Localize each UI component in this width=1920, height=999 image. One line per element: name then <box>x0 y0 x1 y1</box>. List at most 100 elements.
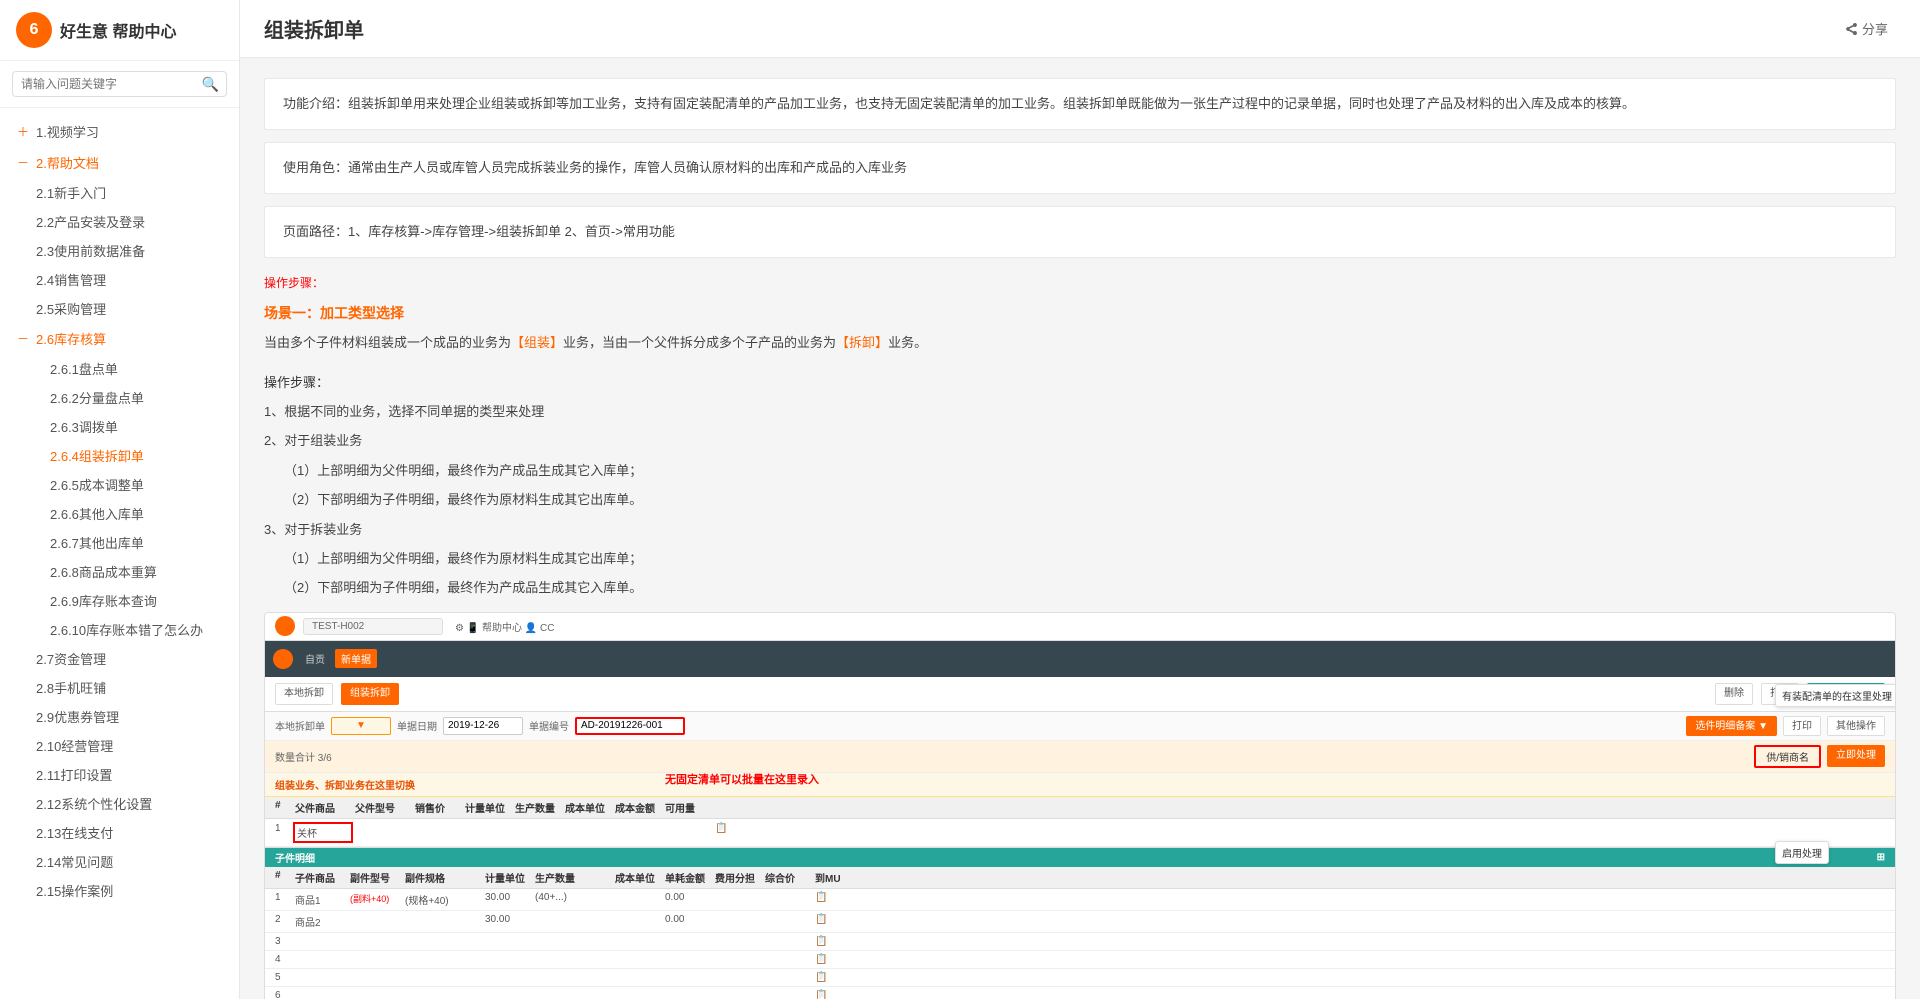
sim-lr2-share <box>713 913 763 930</box>
annotation1-text: 有装配清单的在这里处理 <box>1782 692 1892 703</box>
sim-col-avail: 可用量 <box>663 799 713 816</box>
sidebar-item-management[interactable]: 2.10经营管理 <box>0 731 239 760</box>
sim-lr1-unit: 30.00 <box>483 891 533 908</box>
sidebar-item-assembly[interactable]: 2.6.4组装拆卸单 <box>0 441 239 470</box>
sim-lower-row-6: 6 📋 <box>265 987 1895 999</box>
sim-nav-bar: 自贡 新单据 <box>265 641 1895 677</box>
sidebar-item-stocktake[interactable]: 2.6.1盘点单 <box>0 354 239 383</box>
sim-lh-price: 综合价 <box>763 869 813 886</box>
sim-cell-r1-costunit <box>563 822 613 843</box>
search-input[interactable] <box>12 71 227 97</box>
ops-steps-title: 操作步骤： <box>264 371 1896 394</box>
nav-tree: ＋ 1.视频学习 － 2.帮助文档 2.1新手入门 2.2产品安装及登录 2.3… <box>0 108 239 999</box>
scene1-desc: 当由多个子件材料组装成一个成品的业务为【组装】业务，当由一个父件拆分成多个子产品… <box>264 331 1896 354</box>
sim-cell-r1-model <box>353 822 413 843</box>
sim-cell-r1-unit <box>463 822 513 843</box>
intro-text: 功能介绍：组装拆卸单用来处理企业组装或拆卸等加工业务，支持有固定装配清单的产品加… <box>283 96 1635 111</box>
intro-block: 功能介绍：组装拆卸单用来处理企业组装或拆卸等加工业务，支持有固定装配清单的产品加… <box>264 78 1896 130</box>
sim-date-input[interactable] <box>443 717 523 735</box>
sim-lh-item: 子件商品 <box>293 869 348 886</box>
sim-lr1-share <box>713 891 763 908</box>
sim-lr1-item: 商品1 <box>293 891 348 908</box>
sim-lh-costunit: 成本单位 <box>613 869 663 886</box>
annotation-bubble-1: 有装配清单的在这里处理 <box>1775 684 1896 707</box>
sidebar-item-ledger-fix[interactable]: 2.6.10库存账本错了怎么办 <box>0 615 239 644</box>
sim-col-parent-item: 父件商品 <box>293 799 353 816</box>
sim-lr1-action: 📋 <box>813 891 843 908</box>
sim-btn-confirm: 选件明细备案 ▼ <box>1686 716 1777 736</box>
sidebar-item-faq[interactable]: 2.14常见问题 <box>0 847 239 876</box>
step3-2: （2）下部明细为子件明细，最终作为产成品生成其它入库单。 <box>264 576 1896 599</box>
sim-type-row: 组装业务、拆卸业务在这里切换 <box>265 773 1895 797</box>
sidebar-item-other-out[interactable]: 2.6.7其他出库单 <box>0 528 239 557</box>
sim-divider-label: 子件明细 <box>275 850 315 865</box>
page-title: 组装拆卸单 <box>264 14 364 43</box>
sim-type-selector: ▼ <box>331 717 391 735</box>
sim-btn-local-disassembly: 本地拆卸 <box>275 683 333 705</box>
minus-icon-inv: － <box>16 332 30 346</box>
sim-divider-icon: ⊞ <box>1877 852 1885 863</box>
sim-address-bar: TEST-H002 <box>303 618 443 635</box>
sidebar-item-data-prep[interactable]: 2.3使用前数据准备 <box>0 236 239 265</box>
annotation-assembly-list: 有装配清单的在这里处理 <box>1775 691 1815 701</box>
sidebar-item-online-pay[interactable]: 2.13在线支付 <box>0 818 239 847</box>
scene1-title: 场景一：加工类型选择 <box>264 303 1896 323</box>
step2: 2、对于组装业务 <box>264 429 1896 452</box>
sim-divider-bar: 子件明细 ⊞ <box>265 848 1895 867</box>
sim-num-input[interactable] <box>575 717 685 735</box>
sidebar-item-stock-ledger[interactable]: 2.6.9库存账本查询 <box>0 586 239 615</box>
sim-lr2-unitcost: 0.00 <box>663 913 713 930</box>
sim-partner-label: 供/销商名 <box>1766 749 1809 764</box>
sidebar-item-customization[interactable]: 2.12系统个性化设置 <box>0 789 239 818</box>
main-area: 组装拆卸单 分享 功能介绍：组装拆卸单用来处理企业组装或拆卸等加工业务，支持有固… <box>240 0 1920 999</box>
sidebar-item-coupon[interactable]: 2.9优惠券管理 <box>0 702 239 731</box>
role-block: 使用角色：通常由生产人员或库管人员完成拆装业务的操作，库管人员确认原材料的出库和… <box>264 142 1896 194</box>
sim-lh-unitcost: 单耗金额 <box>663 869 713 886</box>
sim-lower-table: # 子件商品 副件型号 副件规格 计量单位 生产数量 成本单位 单耗金额 费用分… <box>265 867 1895 999</box>
sim-lr2-action: 📋 <box>813 913 843 930</box>
sim-lower-row-4: 4 📋 <box>265 951 1895 969</box>
sim-menu-items: 自贡 新单据 <box>299 649 377 668</box>
sidebar-item-transfer[interactable]: 2.6.3调拨单 <box>0 412 239 441</box>
sidebar-item-finance[interactable]: 2.7资金管理 <box>0 644 239 673</box>
sim-lr2-costunit <box>613 913 663 930</box>
annotation-batch: 无固定清单可以批量在这里录入 <box>665 771 819 787</box>
sim-field-row-1: 本地拆卸单 ▼ 单据日期 单据编号 选件明细备案 ▼ 打印 其他操作 <box>265 712 1895 741</box>
sidebar-item-mobile[interactable]: 2.8手机旺铺 <box>0 673 239 702</box>
sim-lr1-unitcost: 0.00 <box>663 891 713 908</box>
step2-1: （1）上部明细为父件明细，最终作为产成品生成其它入库单； <box>264 459 1896 482</box>
sidebar-item-purchase[interactable]: 2.5采购管理 <box>0 294 239 323</box>
sim-lr1-spec: (规格+40) <box>403 891 483 908</box>
search-icon[interactable]: 🔍 <box>202 76 219 93</box>
step3-1: （1）上部明细为父件明细，最终作为原材料生成其它出库单； <box>264 547 1896 570</box>
sidebar-item-cost-recalc[interactable]: 2.6.8商品成本重算 <box>0 557 239 586</box>
step3: 3、对于拆装业务 <box>264 518 1896 541</box>
sim-menu-home: 自贡 <box>299 649 331 668</box>
sim-upper-header: # 父件商品 父件型号 销售价 计量单位 生产数量 成本单位 成本金额 可用量 <box>265 797 1895 819</box>
sidebar-item-partial-stocktake[interactable]: 2.6.2分量盘点单 <box>0 383 239 412</box>
sidebar-item-video-learning[interactable]: ＋ 1.视频学习 <box>0 116 239 147</box>
sidebar-item-inventory[interactable]: － 2.6库存核算 <box>0 323 239 354</box>
sim-lr2-num: 2 <box>273 913 293 930</box>
sidebar-item-docs[interactable]: － 2.帮助文档 <box>0 147 239 178</box>
share-icon <box>1844 22 1858 36</box>
sidebar-item-new-user[interactable]: 2.1新手入门 <box>0 178 239 207</box>
sim-lr2-qty <box>533 913 613 930</box>
sim-cell-r1-num: 1 <box>273 822 293 843</box>
sidebar-header: 6 好生意 帮助中心 <box>0 0 239 61</box>
sidebar-item-sales[interactable]: 2.4销售管理 <box>0 265 239 294</box>
sim-toolbar: 本地拆卸 组装拆卸 删除 打印 选件明细备案 <box>265 677 1895 712</box>
share-button[interactable]: 分享 <box>1836 15 1896 42</box>
sim-partner-input: 供/销商名 <box>1754 745 1821 768</box>
sidebar-item-install[interactable]: 2.2产品安装及登录 <box>0 207 239 236</box>
sim-cell-r1-avail <box>663 822 713 843</box>
sim-lr1-costunit <box>613 891 663 908</box>
sim-col-cost-amt: 成本金额 <box>613 799 663 816</box>
sidebar-item-print[interactable]: 2.11打印设置 <box>0 760 239 789</box>
sim-col-parent-model: 父件型号 <box>353 799 413 816</box>
step2-2: （2）下部明细为子件明细，最终作为原材料生成其它出库单。 <box>264 488 1896 511</box>
sidebar-item-other-in[interactable]: 2.6.6其他入库单 <box>0 499 239 528</box>
sim-browser-bar: TEST-H002 ⚙ 📱 帮助中心 👤 CC <box>265 613 1895 641</box>
sidebar-item-cases[interactable]: 2.15操作案例 <box>0 876 239 905</box>
sidebar-item-cost-adjust[interactable]: 2.6.5成本调整单 <box>0 470 239 499</box>
